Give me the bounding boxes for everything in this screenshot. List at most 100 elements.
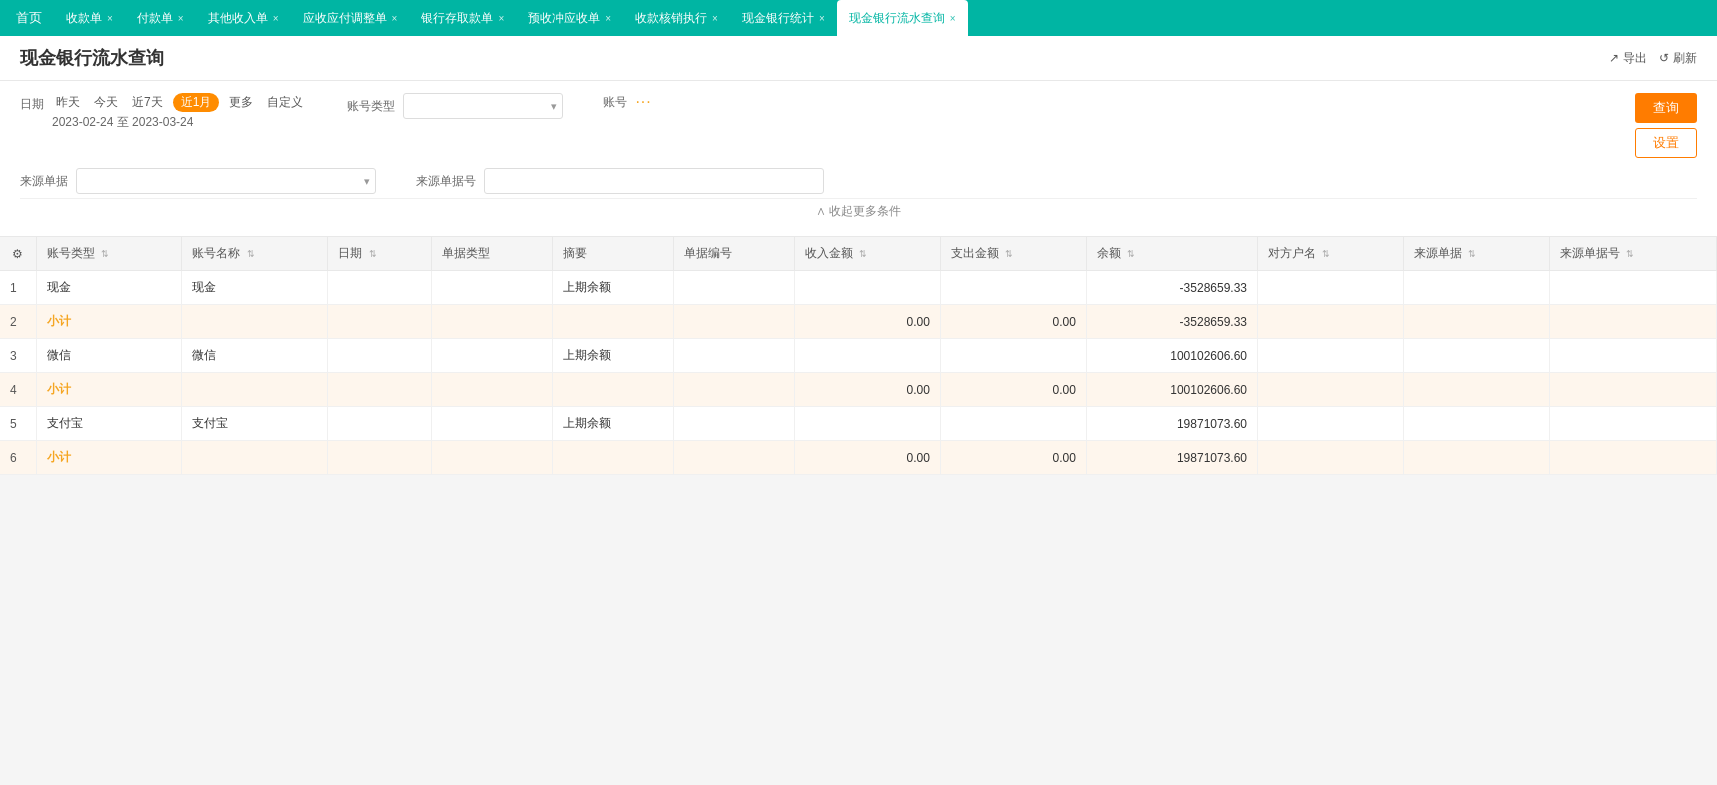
filter-area: 日期 昨天 今天 近7天 近1月 更多 自定义 2023-02-24 至 202…	[0, 81, 1717, 237]
cell-doc-no	[674, 441, 795, 475]
cell-summary	[553, 305, 674, 339]
cell-account-name: 现金	[182, 271, 328, 305]
cell-doc-no	[674, 305, 795, 339]
th-gear[interactable]: ⚙	[0, 237, 36, 271]
cell-source-doc-no	[1549, 271, 1716, 305]
cell-account-type: 微信	[36, 339, 182, 373]
th-doc-no: 单据编号	[674, 237, 795, 271]
cell-num: 1	[0, 271, 36, 305]
nav-tab-qitashouru[interactable]: 其他收入单 ×	[196, 0, 291, 36]
sort-icon: ⇅	[1626, 249, 1634, 259]
refresh-button[interactable]: ↺ 刷新	[1659, 50, 1697, 67]
cell-balance: 100102606.60	[1086, 373, 1257, 407]
close-icon[interactable]: ×	[950, 13, 956, 24]
table-row: 6小计0.000.0019871073.60	[0, 441, 1717, 475]
query-button[interactable]: 查询	[1635, 93, 1697, 123]
cell-expense: 0.00	[940, 373, 1086, 407]
cell-num: 5	[0, 407, 36, 441]
cell-doc-type	[432, 339, 553, 373]
source-doc-filter: 来源单据	[20, 168, 376, 194]
cell-balance: 100102606.60	[1086, 339, 1257, 373]
cell-expense: 0.00	[940, 305, 1086, 339]
cell-source-doc-no	[1549, 339, 1716, 373]
table-row: 1现金现金上期余额-3528659.33	[0, 271, 1717, 305]
nav-tab-shoukuan[interactable]: 收款单 ×	[54, 0, 125, 36]
cell-date	[328, 373, 432, 407]
th-expense[interactable]: 支出金额 ⇅	[940, 237, 1086, 271]
nav-home[interactable]: 首页	[4, 0, 54, 36]
cell-doc-no	[674, 373, 795, 407]
source-doc-select[interactable]	[76, 168, 376, 194]
date-label: 日期	[20, 96, 44, 113]
th-account-name[interactable]: 账号名称 ⇅	[182, 237, 328, 271]
nav-tab-xianjin-query[interactable]: 现金银行流水查询 ×	[837, 0, 968, 36]
close-icon[interactable]: ×	[107, 13, 113, 24]
cell-expense	[940, 271, 1086, 305]
th-source-doc-no[interactable]: 来源单据号 ⇅	[1549, 237, 1716, 271]
cell-income: 0.00	[794, 373, 940, 407]
source-doc-select-wrapper	[76, 168, 376, 194]
cell-date	[328, 407, 432, 441]
sort-icon: ⇅	[859, 249, 867, 259]
cell-source-doc-no	[1549, 373, 1716, 407]
nav-tab-xianjin-stat[interactable]: 现金银行统计 ×	[730, 0, 837, 36]
cell-account-name	[182, 305, 328, 339]
page-header: 现金银行流水查询 ↗ 导出 ↺ 刷新	[0, 36, 1717, 81]
cell-source-doc	[1403, 373, 1549, 407]
date-shortcut-1month[interactable]: 近1月	[173, 93, 220, 112]
nav-tab-fukuan[interactable]: 付款单 ×	[125, 0, 196, 36]
cell-doc-no	[674, 339, 795, 373]
th-balance[interactable]: 余额 ⇅	[1086, 237, 1257, 271]
close-icon[interactable]: ×	[498, 13, 504, 24]
date-shortcut-custom[interactable]: 自定义	[263, 93, 307, 112]
source-doc-no-input[interactable]	[484, 168, 824, 194]
source-doc-no-filter: 来源单据号	[416, 168, 824, 194]
close-icon[interactable]: ×	[819, 13, 825, 24]
cell-expense: 0.00	[940, 441, 1086, 475]
account-type-select[interactable]	[403, 93, 563, 119]
nav-tab-yushou[interactable]: 预收冲应收单 ×	[516, 0, 623, 36]
cell-date	[328, 305, 432, 339]
th-source-doc[interactable]: 来源单据 ⇅	[1403, 237, 1549, 271]
cell-counterpart	[1258, 305, 1404, 339]
header-actions: ↗ 导出 ↺ 刷新	[1609, 50, 1697, 67]
cell-summary: 上期余额	[553, 407, 674, 441]
nav-tab-shoukuanhe[interactable]: 收款核销执行 ×	[623, 0, 730, 36]
nav-tab-yingshouyingfu[interactable]: 应收应付调整单 ×	[291, 0, 410, 36]
cell-income	[794, 407, 940, 441]
close-icon[interactable]: ×	[605, 13, 611, 24]
top-nav: 首页 收款单 × 付款单 × 其他收入单 × 应收应付调整单 × 银行存取款单 …	[0, 0, 1717, 36]
date-shortcut-list: 昨天 今天 近7天 近1月 更多 自定义	[52, 93, 307, 112]
account-more-icon[interactable]: ···	[635, 93, 651, 111]
cell-doc-no	[674, 271, 795, 305]
settings-button[interactable]: 设置	[1635, 128, 1697, 158]
close-icon[interactable]: ×	[392, 13, 398, 24]
cell-account-name	[182, 373, 328, 407]
close-icon[interactable]: ×	[178, 13, 184, 24]
th-counterpart[interactable]: 对方户名 ⇅	[1258, 237, 1404, 271]
date-shortcut-more[interactable]: 更多	[225, 93, 257, 112]
cell-date	[328, 441, 432, 475]
cell-source-doc-no	[1549, 305, 1716, 339]
date-shortcut-today[interactable]: 今天	[90, 93, 122, 112]
th-income[interactable]: 收入金额 ⇅	[794, 237, 940, 271]
nav-tab-yinhangcunqu[interactable]: 银行存取款单 ×	[409, 0, 516, 36]
table-row: 5支付宝支付宝上期余额19871073.60	[0, 407, 1717, 441]
cell-summary: 上期余额	[553, 339, 674, 373]
cell-balance: 19871073.60	[1086, 441, 1257, 475]
date-shortcut-7days[interactable]: 近7天	[128, 93, 167, 112]
source-doc-no-label: 来源单据号	[416, 173, 476, 190]
cell-source-doc	[1403, 407, 1549, 441]
table-row: 2小计0.000.00-3528659.33	[0, 305, 1717, 339]
sort-icon: ⇅	[1322, 249, 1330, 259]
date-shortcut-yesterday[interactable]: 昨天	[52, 93, 84, 112]
export-button[interactable]: ↗ 导出	[1609, 50, 1647, 67]
close-icon[interactable]: ×	[712, 13, 718, 24]
collapse-bar[interactable]: ∧ 收起更多条件	[20, 198, 1697, 224]
account-type-label: 账号类型	[347, 98, 395, 115]
th-date[interactable]: 日期 ⇅	[328, 237, 432, 271]
th-account-type[interactable]: 账号类型 ⇅	[36, 237, 182, 271]
cell-doc-type	[432, 373, 553, 407]
cell-expense	[940, 407, 1086, 441]
close-icon[interactable]: ×	[273, 13, 279, 24]
